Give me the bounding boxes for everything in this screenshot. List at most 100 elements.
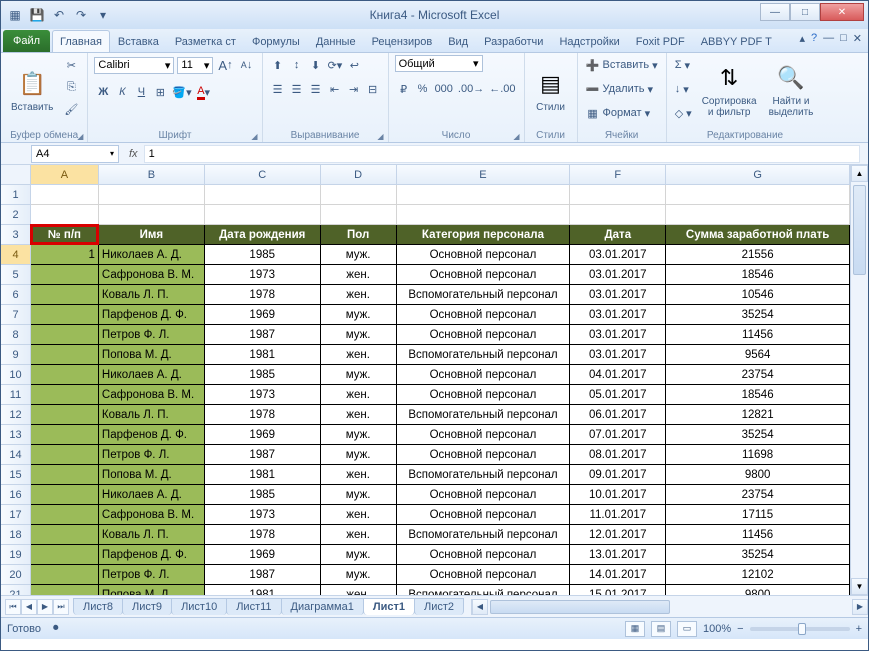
cell[interactable]: жен. <box>321 465 397 485</box>
cell[interactable] <box>31 545 99 565</box>
cell[interactable]: Основной персонал <box>397 385 571 405</box>
cell[interactable] <box>99 205 205 225</box>
sheet-tab-Лист1[interactable]: Лист1 <box>363 598 415 615</box>
cell[interactable]: Вспомогательный персонал <box>397 345 571 365</box>
qat-customize-icon[interactable]: ▾ <box>93 5 113 25</box>
cell[interactable]: Сумма заработной плать <box>666 225 850 245</box>
cell[interactable] <box>321 185 397 205</box>
maximize-button[interactable]: □ <box>790 3 820 21</box>
cell[interactable]: Основной персонал <box>397 245 571 265</box>
scroll-down-icon[interactable]: ▼ <box>851 578 868 595</box>
cell[interactable]: Дата рождения <box>205 225 321 245</box>
cell[interactable] <box>31 285 99 305</box>
cell[interactable]: 03.01.2017 <box>570 345 666 365</box>
cell[interactable]: Вспомогательный персонал <box>397 285 571 305</box>
zoom-out-button[interactable]: − <box>737 623 743 635</box>
font-color-button[interactable]: A▾ <box>195 82 213 102</box>
cell[interactable]: 1985 <box>205 485 321 505</box>
cell[interactable]: 18546 <box>666 385 850 405</box>
cell[interactable] <box>205 185 321 205</box>
cell[interactable]: Основной персонал <box>397 365 571 385</box>
ribbon-tab-10[interactable]: ABBYY PDF T <box>693 30 780 52</box>
delete-cells-button[interactable]: ➖Удалить▾ <box>584 79 660 99</box>
col-header-G[interactable]: G <box>666 165 850 184</box>
cell[interactable]: жен. <box>321 385 397 405</box>
cell[interactable]: 1981 <box>205 465 321 485</box>
cell[interactable]: 1978 <box>205 405 321 425</box>
cut-button[interactable]: ✂ <box>61 55 81 75</box>
cell[interactable]: Коваль Л. П. <box>99 525 205 545</box>
cell[interactable]: Парфенов Д. Ф. <box>99 545 205 565</box>
ribbon-tab-7[interactable]: Разработчи <box>476 30 551 52</box>
cell[interactable]: жен. <box>321 585 397 595</box>
cell[interactable]: Категория персонала <box>397 225 571 245</box>
orientation-button[interactable]: ⟳▾ <box>326 55 345 75</box>
cell[interactable]: Вспомогательный персонал <box>397 525 571 545</box>
cell[interactable]: 9800 <box>666 465 850 485</box>
cell[interactable] <box>31 185 99 205</box>
ribbon-tab-3[interactable]: Формулы <box>244 30 308 52</box>
cell[interactable]: муж. <box>321 545 397 565</box>
cell[interactable] <box>31 585 99 595</box>
col-header-A[interactable]: A <box>31 165 99 184</box>
cell[interactable]: 1985 <box>205 245 321 265</box>
cell[interactable]: муж. <box>321 425 397 445</box>
cell[interactable]: 1987 <box>205 445 321 465</box>
cell[interactable] <box>31 505 99 525</box>
row-header-15[interactable]: 15 <box>1 465 30 485</box>
cell[interactable]: 1969 <box>205 305 321 325</box>
sheet-tab-Лист8[interactable]: Лист8 <box>73 598 123 615</box>
clear-button[interactable]: ◇▾ <box>673 103 694 123</box>
ribbon-tab-5[interactable]: Рецензиров <box>364 30 441 52</box>
sheet-tab-Диаграмма1[interactable]: Диаграмма1 <box>281 598 364 615</box>
cell[interactable]: Попова М. Д. <box>99 465 205 485</box>
ribbon-tab-4[interactable]: Данные <box>308 30 364 52</box>
cell[interactable]: 1973 <box>205 505 321 525</box>
view-pagebreak-button[interactable]: ▭ <box>677 621 697 637</box>
cell[interactable]: Имя <box>99 225 205 245</box>
cell[interactable]: 15.01.2017 <box>570 585 666 595</box>
cell-grid[interactable]: № п/пИмяДата рожденияПолКатегория персон… <box>31 185 850 595</box>
cell[interactable]: муж. <box>321 305 397 325</box>
cell[interactable]: 11456 <box>666 525 850 545</box>
close-button[interactable]: ✕ <box>820 3 864 21</box>
cell[interactable]: Основной персонал <box>397 565 571 585</box>
cell[interactable]: Парфенов Д. Ф. <box>99 425 205 445</box>
cell[interactable]: Вспомогательный персонал <box>397 465 571 485</box>
cell[interactable] <box>321 205 397 225</box>
cell[interactable] <box>31 525 99 545</box>
mdi-minimize-icon[interactable]: — <box>823 32 834 45</box>
cell[interactable]: Дата <box>570 225 666 245</box>
cell[interactable]: Основной персонал <box>397 505 571 525</box>
row-header-7[interactable]: 7 <box>1 305 30 325</box>
increase-decimal-button[interactable]: .00→ <box>456 79 486 99</box>
row-header-9[interactable]: 9 <box>1 345 30 365</box>
align-launcher-icon[interactable]: ◢ <box>377 132 383 141</box>
minimize-button[interactable]: — <box>760 3 790 21</box>
cell[interactable]: Николаев А. Д. <box>99 245 205 265</box>
cell[interactable] <box>666 185 850 205</box>
cell[interactable]: Основной персонал <box>397 305 571 325</box>
cell[interactable]: № п/п <box>31 225 99 245</box>
sheet-tab-Лист9[interactable]: Лист9 <box>122 598 172 615</box>
view-normal-button[interactable]: ▦ <box>625 621 645 637</box>
mdi-restore-icon[interactable]: □ <box>840 32 847 45</box>
cell[interactable]: 1973 <box>205 265 321 285</box>
cell[interactable] <box>31 425 99 445</box>
cell[interactable] <box>31 205 99 225</box>
sort-filter-button[interactable]: ⇅ Сортировка и фильтр <box>698 55 761 125</box>
cell[interactable]: 18546 <box>666 265 850 285</box>
decrease-decimal-button[interactable]: ←.00 <box>487 79 517 99</box>
cell[interactable]: Сафронова В. М. <box>99 505 205 525</box>
vscroll-thumb[interactable] <box>853 185 866 275</box>
cell[interactable]: 11698 <box>666 445 850 465</box>
row-header-4[interactable]: 4 <box>1 245 30 265</box>
ribbon-tab-0[interactable]: Главная <box>52 30 110 52</box>
cell[interactable] <box>570 185 666 205</box>
help-icon[interactable]: ? <box>811 32 817 45</box>
zoom-knob[interactable] <box>798 623 806 635</box>
cell[interactable]: Основной персонал <box>397 265 571 285</box>
cell[interactable] <box>31 325 99 345</box>
format-cells-button[interactable]: ▦Формат▾ <box>584 103 660 123</box>
row-header-11[interactable]: 11 <box>1 385 30 405</box>
